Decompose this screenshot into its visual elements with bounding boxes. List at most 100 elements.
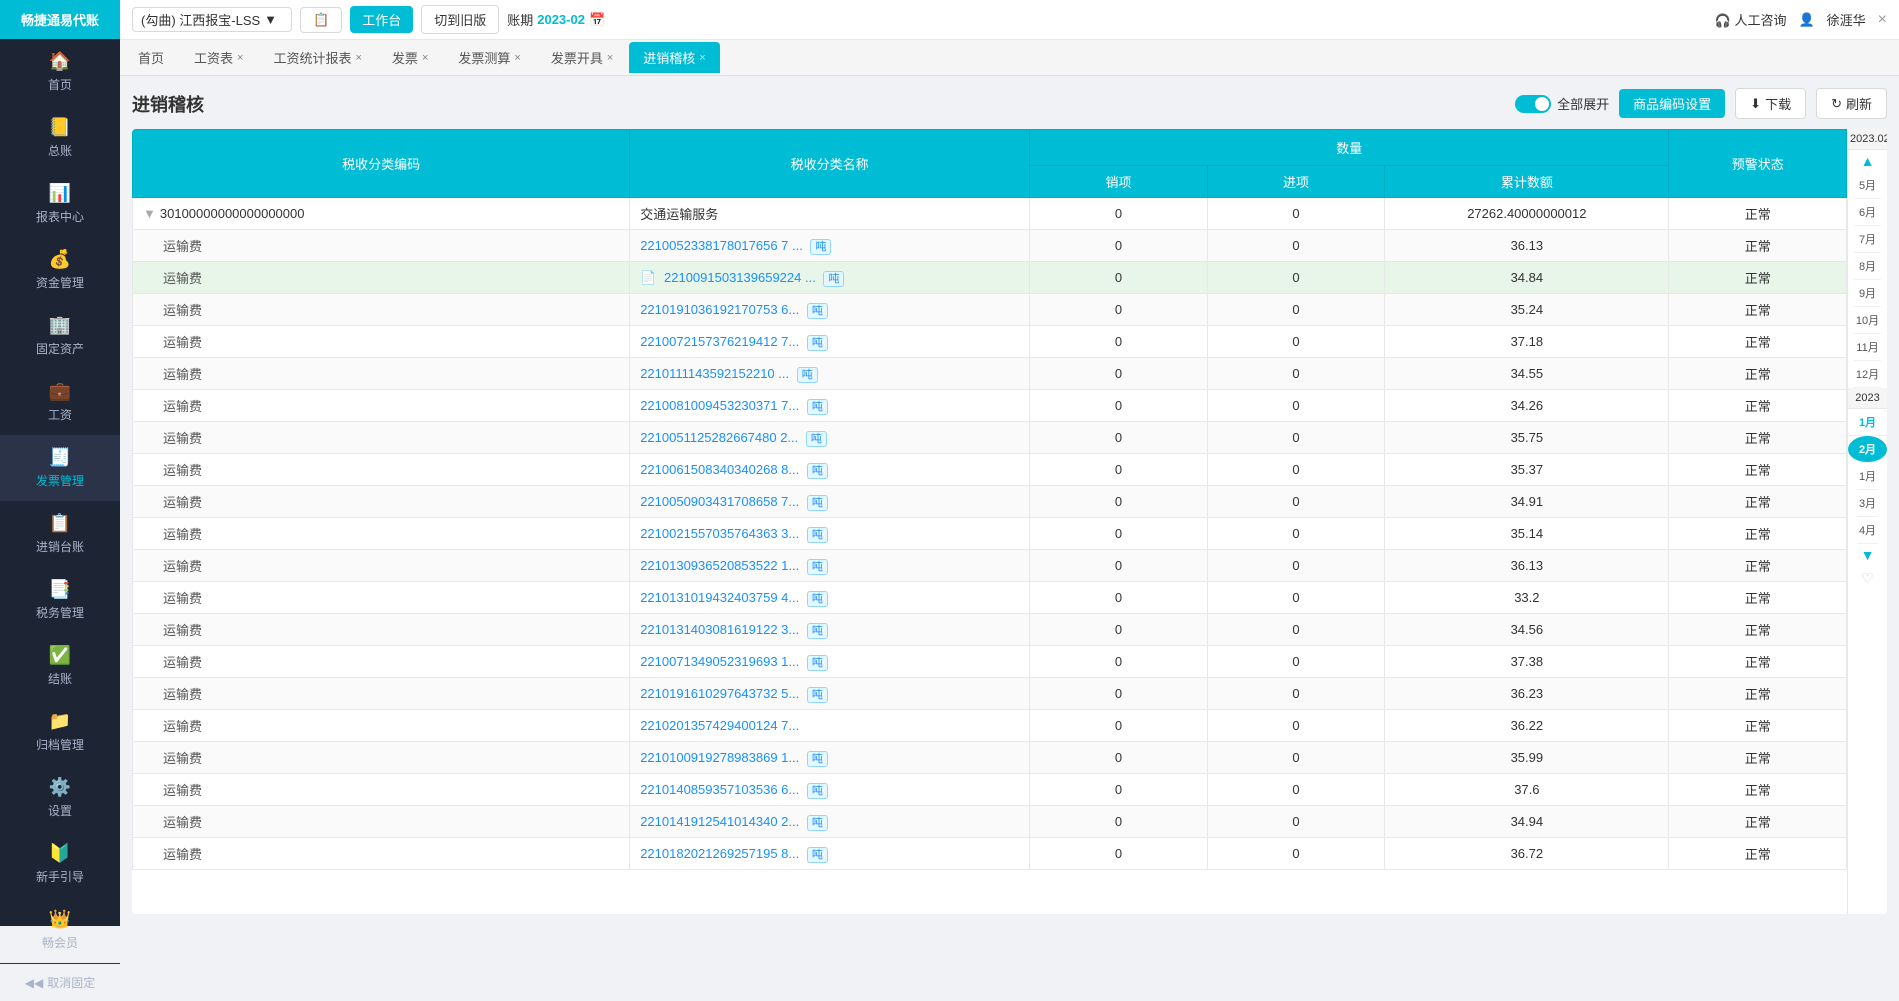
tab-salary-stats[interactable]: 工资统计报表× [259,42,375,73]
td-category: 运输费 [133,614,630,646]
sidebar-item-fund[interactable]: 💰资金管理 [0,237,120,303]
td-purchase: 0 [1207,198,1385,230]
td-category: 运输费 [133,358,630,390]
download-button[interactable]: ⬇ 下载 [1735,88,1806,119]
switch-old-button[interactable]: 切到旧版 [421,5,499,34]
th-tax-code: 税收分类编码 [133,130,630,198]
td-invoice-code: 2210061508340340268 8... 吨 [630,454,1030,486]
table-row: 运输费 2210131403081619122 3... 吨 0 0 34.56… [133,614,1847,646]
tab-close-invoice-calc[interactable]: × [514,52,520,64]
td-status: 正常 [1669,582,1847,614]
sidebar-icon-ledger: 📒 [49,117,71,138]
cal-month-prev[interactable]: 6月 [1854,199,1881,226]
company-selector[interactable]: (勾曲) 江西报宝-LSS ▼ [132,7,292,32]
cal-year-mid: 2023 [1848,388,1887,409]
tab-close-invoice[interactable]: × [422,52,428,64]
cal-month-prev[interactable]: 8月 [1854,253,1881,280]
td-category: 运输费 [133,710,630,742]
cal-month-prev[interactable]: 5月 [1854,172,1881,199]
cal-month-next[interactable]: 1月 [1857,463,1878,490]
td-purchase: 0 [1207,710,1385,742]
toggle-switch[interactable] [1515,95,1551,113]
cal-month-prev[interactable]: 11月 [1854,334,1881,361]
td-purchase: 0 [1207,614,1385,646]
td-status: 正常 [1669,358,1847,390]
sidebar-item-settings[interactable]: ⚙️设置 [0,765,120,831]
sidebar-item-ledger[interactable]: 📒总账 [0,105,120,171]
sidebar-item-reports[interactable]: 📊报表中心 [0,171,120,237]
tab-close-invoice-open[interactable]: × [607,52,613,64]
expand-toggle[interactable]: 全部展开 [1515,94,1609,113]
support-link[interactable]: 🎧 人工咨询 [1715,10,1787,29]
refresh-button[interactable]: ↻ 刷新 [1816,88,1887,119]
sidebar-item-assets[interactable]: 🏢固定资产 [0,303,120,369]
tab-invoice[interactable]: 发票× [378,42,442,73]
td-status: 正常 [1669,774,1847,806]
cal-month-prev[interactable]: 10月 [1854,307,1881,334]
table-row: 运输费 2210191610297643732 5... 吨 0 0 36.23… [133,678,1847,710]
td-cumulative: 35.24 [1385,294,1669,326]
tab-salary[interactable]: 工资表× [180,42,257,73]
cal-month-next[interactable]: 4月 [1857,517,1878,544]
td-purchase: 0 [1207,454,1385,486]
td-cumulative: 34.94 [1385,806,1669,838]
td-cumulative: 36.13 [1385,230,1669,262]
workbench-button[interactable]: 工作台 [350,6,413,33]
td-purchase: 0 [1207,678,1385,710]
td-sale: 0 [1030,198,1208,230]
td-invoice-code: 2210111143592152210 ... 吨 [630,358,1030,390]
sidebar-item-salary[interactable]: 💼工资 [0,369,120,435]
sidebar-label-invoice-mgmt: 发票管理 [36,472,84,489]
sidebar-item-guide[interactable]: 🔰新手引导 [0,831,120,897]
settings-button[interactable]: 商品编码设置 [1619,89,1725,118]
sidebar-label-settle: 结账 [48,670,72,687]
td-sale: 0 [1030,582,1208,614]
tab-label-home: 首页 [138,48,164,67]
tab-close-salary[interactable]: × [237,52,243,64]
cal-month-prev[interactable]: 12月 [1854,361,1881,388]
sidebar-label-reports: 报表中心 [36,208,84,225]
sidebar-item-member[interactable]: 👑畅会员 [0,897,120,963]
tab-close-salary-stats[interactable]: × [355,52,361,64]
sidebar-item-home[interactable]: 🏠首页 [0,39,120,105]
sidebar-item-tax[interactable]: 📑税务管理 [0,567,120,633]
tab-invoice-calc[interactable]: 发票测算 × [444,42,534,73]
table-wrap[interactable]: 税收分类编码 税收分类名称 数量 预警状态 销项 进项 累计数额 ▼301000… [132,129,1847,914]
download-icon: ⬇ [1750,96,1761,112]
table-row: 运输费 📄 2210091503139659224 ... 吨 0 0 34.8… [133,262,1847,294]
tabs-bar: 首页工资表×工资统计报表×发票×发票测算×发票开具×进销稽核× [120,40,1899,76]
tab-invoice-open[interactable]: 发票开具× [537,42,627,73]
tab-label-invoice-calc: 发票测算 [458,48,510,67]
td-status: 正常 [1669,294,1847,326]
cal-month-1[interactable]: 1月 [1848,409,1887,436]
tab-reconcile[interactable]: 进销稽核× [629,42,719,73]
copy-button[interactable]: 📋 [300,7,342,33]
sidebar-bottom: ◀◀ 取消固定 [0,963,120,1001]
sidebar-item-archive[interactable]: 📁归档管理 [0,699,120,765]
cal-nav-up[interactable]: ▲ [1858,150,1878,172]
td-category: 运输费 [133,422,630,454]
cal-nav-down[interactable]: ▼ [1858,544,1878,566]
calendar-icon[interactable]: 📅 [589,12,605,28]
sidebar-item-invoice-mgmt[interactable]: 🧾发票管理 [0,435,120,501]
td-purchase: 0 [1207,262,1385,294]
td-cumulative: 35.75 [1385,422,1669,454]
table-row: 运输费 2210140859357103536 6... 吨 0 0 37.6 … [133,774,1847,806]
cal-month-next[interactable]: 3月 [1857,490,1878,517]
td-status: 正常 [1669,390,1847,422]
td-purchase: 0 [1207,358,1385,390]
unpin-button[interactable]: ◀◀ 取消固定 [0,964,120,1001]
td-status: 正常 [1669,550,1847,582]
cal-month-active[interactable]: 2月 [1848,436,1887,463]
close-button[interactable]: × [1878,11,1887,29]
sidebar-item-settle[interactable]: ✅结账 [0,633,120,699]
table-row: ▼30100000000000000000 交通运输服务 0 0 27262.4… [133,198,1847,230]
td-invoice-code: 2210131019432403759 4... 吨 [630,582,1030,614]
td-sale: 0 [1030,838,1208,870]
tab-close-reconcile[interactable]: × [699,52,705,64]
cal-month-prev[interactable]: 9月 [1854,280,1881,307]
td-purchase: 0 [1207,774,1385,806]
sidebar-item-purchase-sale[interactable]: 📋进销台账 [0,501,120,567]
tab-home[interactable]: 首页 [124,42,178,73]
cal-month-prev[interactable]: 7月 [1854,226,1881,253]
